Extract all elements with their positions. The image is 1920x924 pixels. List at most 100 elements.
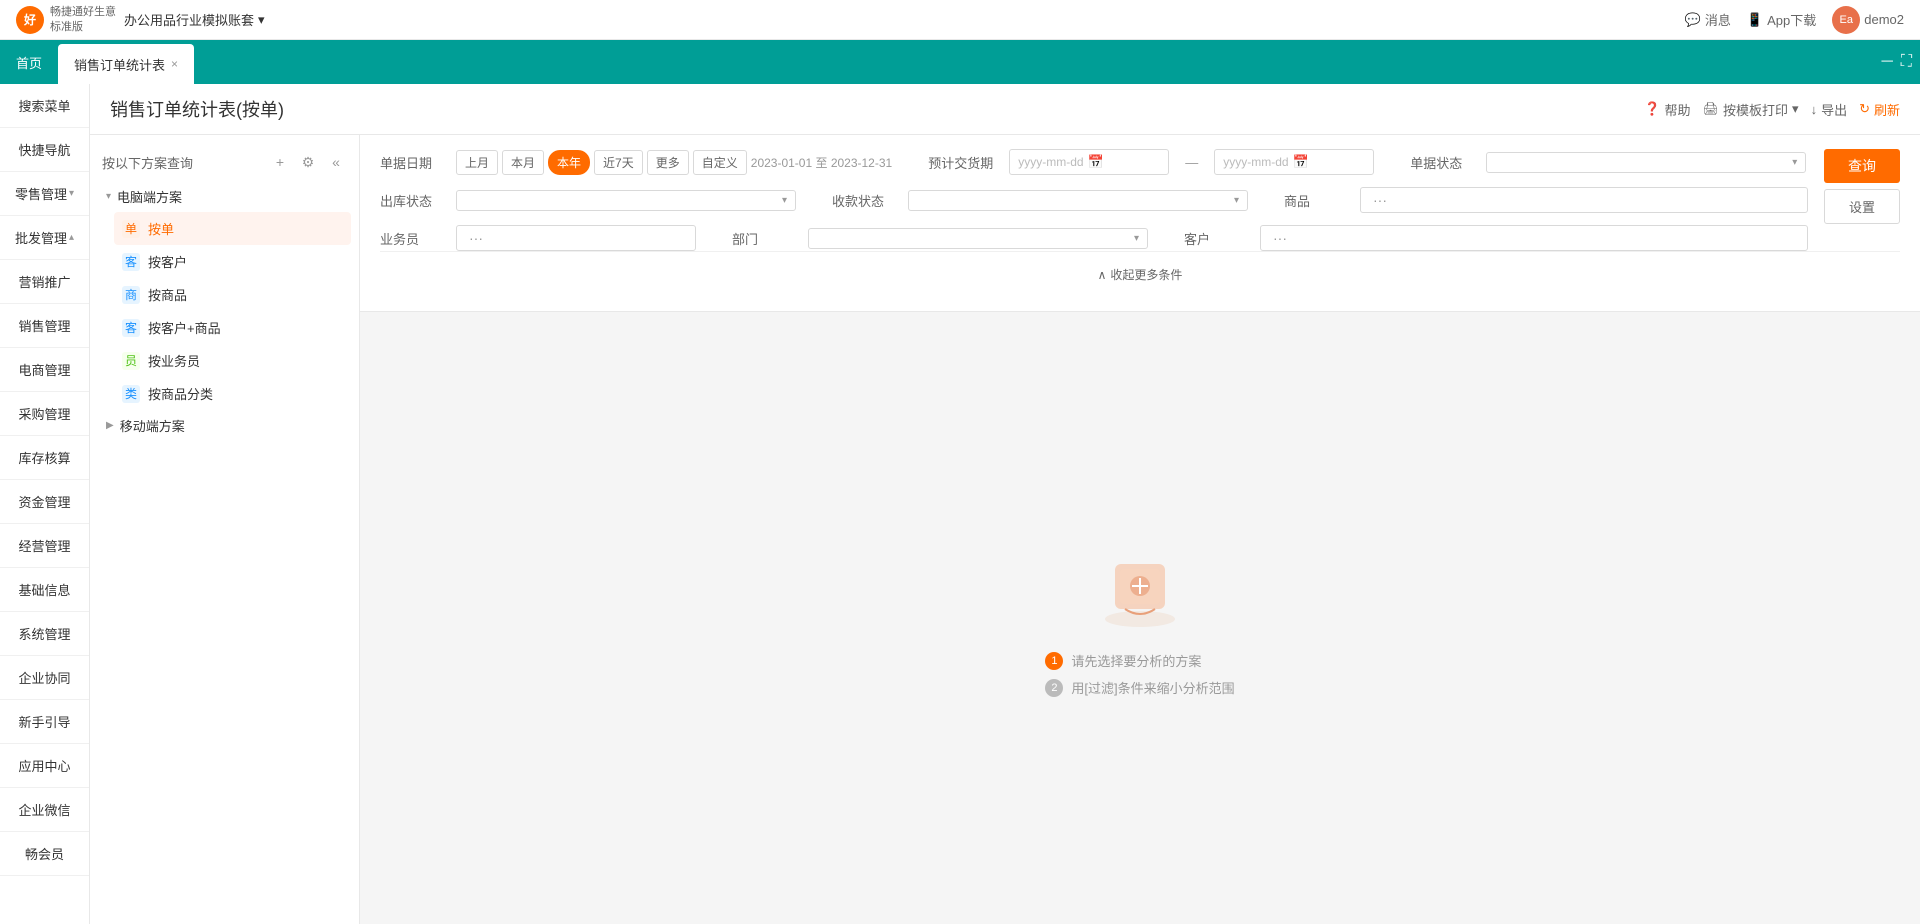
delivery-status-select[interactable]: ▾ [456,190,796,211]
customer-input[interactable]: ··· [1260,225,1808,251]
sidebar-item-system[interactable]: 系统管理 [0,612,89,656]
tree-item-by-order[interactable]: 单 按单 [114,212,351,245]
date-btn-last-month[interactable]: 上月 [456,150,498,175]
customer-more-icon[interactable]: ··· [1273,230,1287,246]
logo-icon: 好 [16,6,44,34]
export-icon: ↓ [1811,102,1818,117]
sidebar-item-inventory[interactable]: 库存核算 [0,436,89,480]
avatar: Ea [1832,6,1860,34]
empty-hints: 1 请先选择要分析的方案 2 用[过滤]条件来缩小分析范围 [1045,651,1234,697]
sidebar-item-newuser[interactable]: 新手引导 [0,700,89,744]
collapse-panel-button[interactable]: « [325,151,347,173]
sidebar-item-operations[interactable]: 经营管理 [0,524,89,568]
export-button[interactable]: ↓ 导出 [1811,100,1848,119]
collapse-button[interactable]: ∧ 收起更多条件 [1098,258,1183,291]
hint-num-1: 1 [1045,652,1063,670]
by-cust-prod-icon: 客 [122,319,140,337]
date-range-text: 2023-01-01 至 2023-12-31 [751,154,892,171]
tree-item-by-category[interactable]: 类 按商品分类 [114,377,351,410]
sidebar-item-wechat[interactable]: 企业微信 [0,788,89,832]
filter-collapse-row: ∧ 收起更多条件 [380,251,1900,297]
sidebar-item-basic[interactable]: 基础信息 [0,568,89,612]
expected-date-label: 预计交货期 [928,153,993,172]
tree-parent-pc[interactable]: ▾ 电脑端方案 [98,181,351,212]
sidebar-item-quicknav[interactable]: 快捷导航 [0,128,89,172]
empty-hint-1: 1 请先选择要分析的方案 [1045,651,1234,670]
product-label: 商品 [1284,191,1344,210]
sidebar-item-member[interactable]: 畅会员 [0,832,89,876]
add-scheme-button[interactable]: + [269,151,291,173]
tree-item-by-customer[interactable]: 客 按客户 [114,245,351,278]
wholesale-arrow-icon: ▴ [69,232,74,243]
date-btn-more[interactable]: 更多 [647,150,689,175]
sidebar-item-retail[interactable]: 零售管理 ▾ [0,172,89,216]
date-start-icon[interactable]: 📅 [1088,154,1104,170]
tab-maximize-icon[interactable]: ⛶ [1901,53,1912,71]
refresh-button[interactable]: ↻ 刷新 [1859,100,1900,119]
product-input[interactable]: ··· [1360,187,1808,213]
sidebar-item-purchase[interactable]: 采购管理 [0,392,89,436]
app-download-button[interactable]: 📱 App下载 [1747,10,1816,29]
doc-date-label: 单据日期 [380,153,440,172]
sidebar: 搜索菜单 快捷导航 零售管理 ▾ 批发管理 ▴ 营销推广 销售管理 电商管理 采… [0,84,90,924]
delivery-arrow-icon: ▾ [782,195,787,206]
tab-minimize-icon[interactable]: ─ [1881,53,1892,71]
date-end-icon[interactable]: 📅 [1293,154,1309,170]
query-buttons: 查询 设置 [1824,149,1900,224]
sidebar-item-finance[interactable]: 资金管理 [0,480,89,524]
dept-select[interactable]: ▾ [808,228,1148,249]
tree-item-by-sales[interactable]: 员 按业务员 [114,344,351,377]
tab-sales-order-stats[interactable]: 销售订单统计表 × [58,44,194,84]
doc-status-label: 单据状态 [1410,153,1470,172]
sidebar-item-sales[interactable]: 销售管理 [0,304,89,348]
expected-date-start[interactable]: yyyy-mm-dd 📅 [1009,149,1169,175]
by-sales-icon: 员 [122,352,140,370]
setting-scheme-button[interactable]: ⚙ [297,151,319,173]
company-selector[interactable]: 办公用品行业模拟账套 ▾ [124,10,265,29]
tab-bar-actions: ─ ⛶ [1881,53,1920,71]
sidebar-item-ecommerce[interactable]: 电商管理 [0,348,89,392]
top-bar-right: 💬 消息 📱 App下载 Ea demo2 [1685,6,1904,34]
tree-parent-mobile[interactable]: ▶ 移动端方案 [98,410,351,441]
customer-label: 客户 [1184,229,1244,248]
date-btn-7days[interactable]: 近7天 [594,150,643,175]
collapse-icon: ∧ [1098,268,1107,282]
date-btn-this-year[interactable]: 本年 [548,150,590,175]
print-button[interactable]: 🖨 按模板打印 ▾ [1703,100,1799,119]
sidebar-item-enterprise[interactable]: 企业协同 [0,656,89,700]
query-button[interactable]: 查询 [1824,149,1900,183]
tab-close-icon[interactable]: × [171,57,178,71]
left-panel-actions: + ⚙ « [269,151,347,173]
main-layout: 搜索菜单 快捷导航 零售管理 ▾ 批发管理 ▴ 营销推广 销售管理 电商管理 采… [0,84,1920,924]
help-button[interactable]: ❓ 帮助 [1644,100,1690,119]
tree-item-by-product[interactable]: 商 按商品 [114,278,351,311]
message-button[interactable]: 💬 消息 [1685,10,1731,29]
doc-status-select[interactable]: ▾ [1486,152,1806,173]
refresh-icon: ↻ [1859,101,1870,117]
date-btn-custom[interactable]: 自定义 [693,150,747,175]
content-area: 销售订单统计表(按单) ❓ 帮助 🖨 按模板打印 ▾ ↓ 导出 ↻ 刷新 [90,84,1920,924]
user-avatar[interactable]: Ea demo2 [1832,6,1904,34]
setting-button[interactable]: 设置 [1824,189,1900,224]
product-more-icon[interactable]: ··· [1373,192,1387,208]
date-btn-this-month[interactable]: 本月 [502,150,544,175]
empty-hint-2: 2 用[过滤]条件来缩小分析范围 [1045,678,1234,697]
tree-parent-label: 电脑端方案 [117,187,182,206]
sidebar-item-search[interactable]: 搜索菜单 [0,84,89,128]
logo-area: 好 畅捷通好生意 标准版 [16,5,116,34]
expected-date-end[interactable]: yyyy-mm-dd 📅 [1214,149,1374,175]
sidebar-item-marketing[interactable]: 营销推广 [0,260,89,304]
payment-status-select[interactable]: ▾ [908,190,1248,211]
doc-status-arrow-icon: ▾ [1792,157,1797,168]
top-bar: 好 畅捷通好生意 标准版 办公用品行业模拟账套 ▾ 💬 消息 📱 App下载 E… [0,0,1920,40]
salesperson-more-icon[interactable]: ··· [469,230,483,246]
salesperson-input[interactable]: ··· [456,225,696,251]
right-panel: 单据日期 上月 本月 本年 近7天 更多 自定义 2023-01-01 至 20… [360,135,1920,924]
sidebar-item-wholesale[interactable]: 批发管理 ▴ [0,216,89,260]
sidebar-item-appstore[interactable]: 应用中心 [0,744,89,788]
tab-home[interactable]: 首页 [0,40,58,84]
salesperson-label: 业务员 [380,229,440,248]
tree-item-by-cust-prod[interactable]: 客 按客户+商品 [114,311,351,344]
filter-row-3: 业务员 ··· 部门 ▾ 客户 [380,225,1808,251]
payment-status-label: 收款状态 [832,191,892,210]
